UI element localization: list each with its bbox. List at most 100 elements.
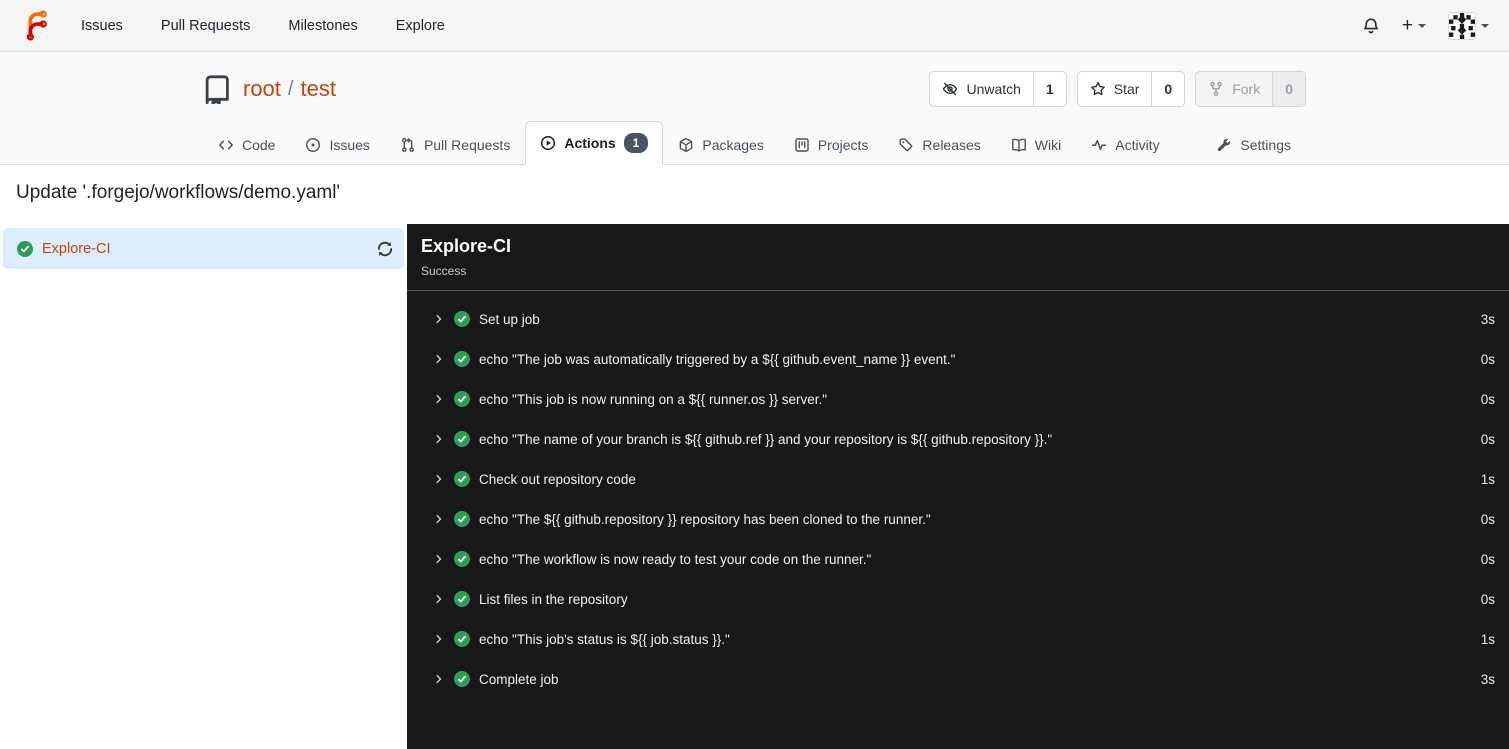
tab-projects[interactable]: Projects (779, 125, 884, 164)
step-row-complete[interactable]: Complete job 3s (407, 659, 1509, 699)
notifications-button[interactable] (1358, 13, 1384, 39)
step-row[interactable]: echo "This job's status is ${{ job.statu… (407, 619, 1509, 659)
tab-activity[interactable]: Activity (1076, 125, 1174, 164)
plus-icon: + (1401, 15, 1413, 36)
unwatch-button-group[interactable]: Unwatch 1 (929, 71, 1067, 107)
job-detail-title: Explore-CI (421, 236, 512, 256)
step-row[interactable]: echo "The workflow is now ready to test … (407, 539, 1509, 579)
step-success-icon (454, 671, 470, 687)
stars-count[interactable]: 0 (1151, 72, 1184, 106)
code-icon (218, 137, 234, 153)
step-success-icon (454, 591, 470, 607)
step-duration: 0s (1480, 591, 1495, 607)
chevron-right-icon (433, 473, 445, 485)
step-success-icon (454, 391, 470, 407)
job-detail-header: Explore-CI Success (407, 224, 1509, 291)
fork-icon (1208, 81, 1224, 97)
tab-label: Code (242, 137, 276, 153)
actions-run-view: Explore-CI Explore-CI Success Set up job… (0, 224, 1509, 749)
tab-settings[interactable]: Settings (1201, 125, 1306, 164)
tag-icon (898, 137, 914, 153)
nav-item-pull-requests[interactable]: Pull Requests (142, 18, 269, 34)
book-icon (1011, 137, 1027, 153)
watchers-count[interactable]: 1 (1032, 72, 1066, 106)
step-duration: 1s (1480, 631, 1495, 647)
nav-item-milestones[interactable]: Milestones (269, 18, 376, 34)
step-row[interactable]: echo "The ${{ github.repository }} repos… (407, 499, 1509, 539)
step-success-icon (454, 471, 470, 487)
caret-down-icon (1418, 23, 1426, 32)
tab-pull-requests[interactable]: Pull Requests (385, 125, 525, 164)
unwatch-label: Unwatch (966, 81, 1021, 97)
jobs-sidebar: Explore-CI (0, 224, 407, 749)
step-name: echo "The job was automatically triggere… (479, 351, 956, 367)
play-circle-icon (540, 135, 556, 151)
repo-header: root / test Unwatch 1 Star 0 Fork 0 Code… (0, 52, 1509, 165)
actions-count-badge: 1 (623, 133, 649, 153)
nav-item-issues[interactable]: Issues (62, 18, 142, 34)
repo-name-link[interactable]: test (300, 76, 335, 102)
job-status-text: Success (421, 264, 467, 278)
package-icon (678, 137, 694, 153)
tab-wiki[interactable]: Wiki (996, 125, 1076, 164)
tab-label: Activity (1115, 137, 1160, 153)
repo-title: root / test (243, 76, 336, 102)
star-button[interactable]: Star (1078, 72, 1152, 106)
repo-action-buttons: Unwatch 1 Star 0 Fork 0 (929, 71, 1306, 107)
chevron-right-icon (433, 593, 445, 605)
tab-label: Issues (329, 137, 370, 153)
create-new-button[interactable]: + (1398, 12, 1430, 39)
rerun-job-button[interactable] (376, 240, 394, 258)
tab-label: Settings (1240, 137, 1291, 153)
job-detail-panel: Explore-CI Success Set up job 3s echo "T… (407, 224, 1509, 749)
job-item-explore-ci[interactable]: Explore-CI (3, 228, 404, 269)
tab-packages[interactable]: Packages (663, 125, 778, 164)
step-duration: 1s (1480, 471, 1495, 487)
forks-count: 0 (1272, 72, 1305, 106)
steps-list: Set up job 3s echo "The job was automati… (407, 291, 1509, 699)
step-success-icon (454, 551, 470, 567)
navbar-right: + (1358, 8, 1493, 44)
caret-down-icon (1481, 23, 1489, 32)
chevron-right-icon (433, 673, 445, 685)
nav-item-explore[interactable]: Explore (377, 18, 464, 34)
user-menu-button[interactable] (1444, 8, 1493, 44)
job-success-icon (17, 241, 33, 257)
repo-owner-link[interactable]: root (243, 76, 281, 102)
tab-actions[interactable]: Actions 1 (525, 121, 664, 165)
step-name: Set up job (479, 311, 540, 327)
tab-releases[interactable]: Releases (883, 125, 995, 164)
step-row-list-files[interactable]: List files in the repository 0s (407, 579, 1509, 619)
chevron-right-icon (433, 513, 445, 525)
step-duration: 3s (1480, 311, 1495, 327)
issue-circle-icon (305, 137, 321, 153)
repo-icon (203, 74, 233, 104)
tab-label: Wiki (1034, 137, 1062, 153)
step-row-setup[interactable]: Set up job 3s (407, 299, 1509, 339)
step-duration: 0s (1480, 511, 1495, 527)
step-duration: 3s (1480, 671, 1495, 687)
chevron-right-icon (433, 633, 445, 645)
step-row[interactable]: echo "The name of your branch is ${{ git… (407, 419, 1509, 459)
step-duration: 0s (1480, 351, 1495, 367)
step-name: echo "This job's status is ${{ job.statu… (479, 631, 730, 647)
unwatch-button[interactable]: Unwatch (930, 72, 1032, 106)
step-row-checkout[interactable]: Check out repository code 1s (407, 459, 1509, 499)
tab-issues[interactable]: Issues (290, 125, 384, 164)
step-success-icon (454, 511, 470, 527)
chevron-right-icon (433, 433, 445, 445)
step-duration: 0s (1480, 551, 1495, 567)
tab-code[interactable]: Code (203, 125, 290, 164)
chevron-right-icon (433, 553, 445, 565)
chevron-right-icon (433, 313, 445, 325)
chevron-right-icon (433, 353, 445, 365)
step-success-icon (454, 351, 470, 367)
step-row[interactable]: echo "This job is now running on a ${{ r… (407, 379, 1509, 419)
step-row[interactable]: echo "The job was automatically triggere… (407, 339, 1509, 379)
forgejo-logo[interactable] (21, 10, 52, 41)
step-name: Complete job (479, 671, 559, 687)
star-button-group[interactable]: Star 0 (1076, 71, 1186, 107)
step-name: echo "This job is now running on a ${{ r… (479, 391, 828, 407)
step-name: Check out repository code (479, 471, 636, 487)
step-success-icon (454, 631, 470, 647)
